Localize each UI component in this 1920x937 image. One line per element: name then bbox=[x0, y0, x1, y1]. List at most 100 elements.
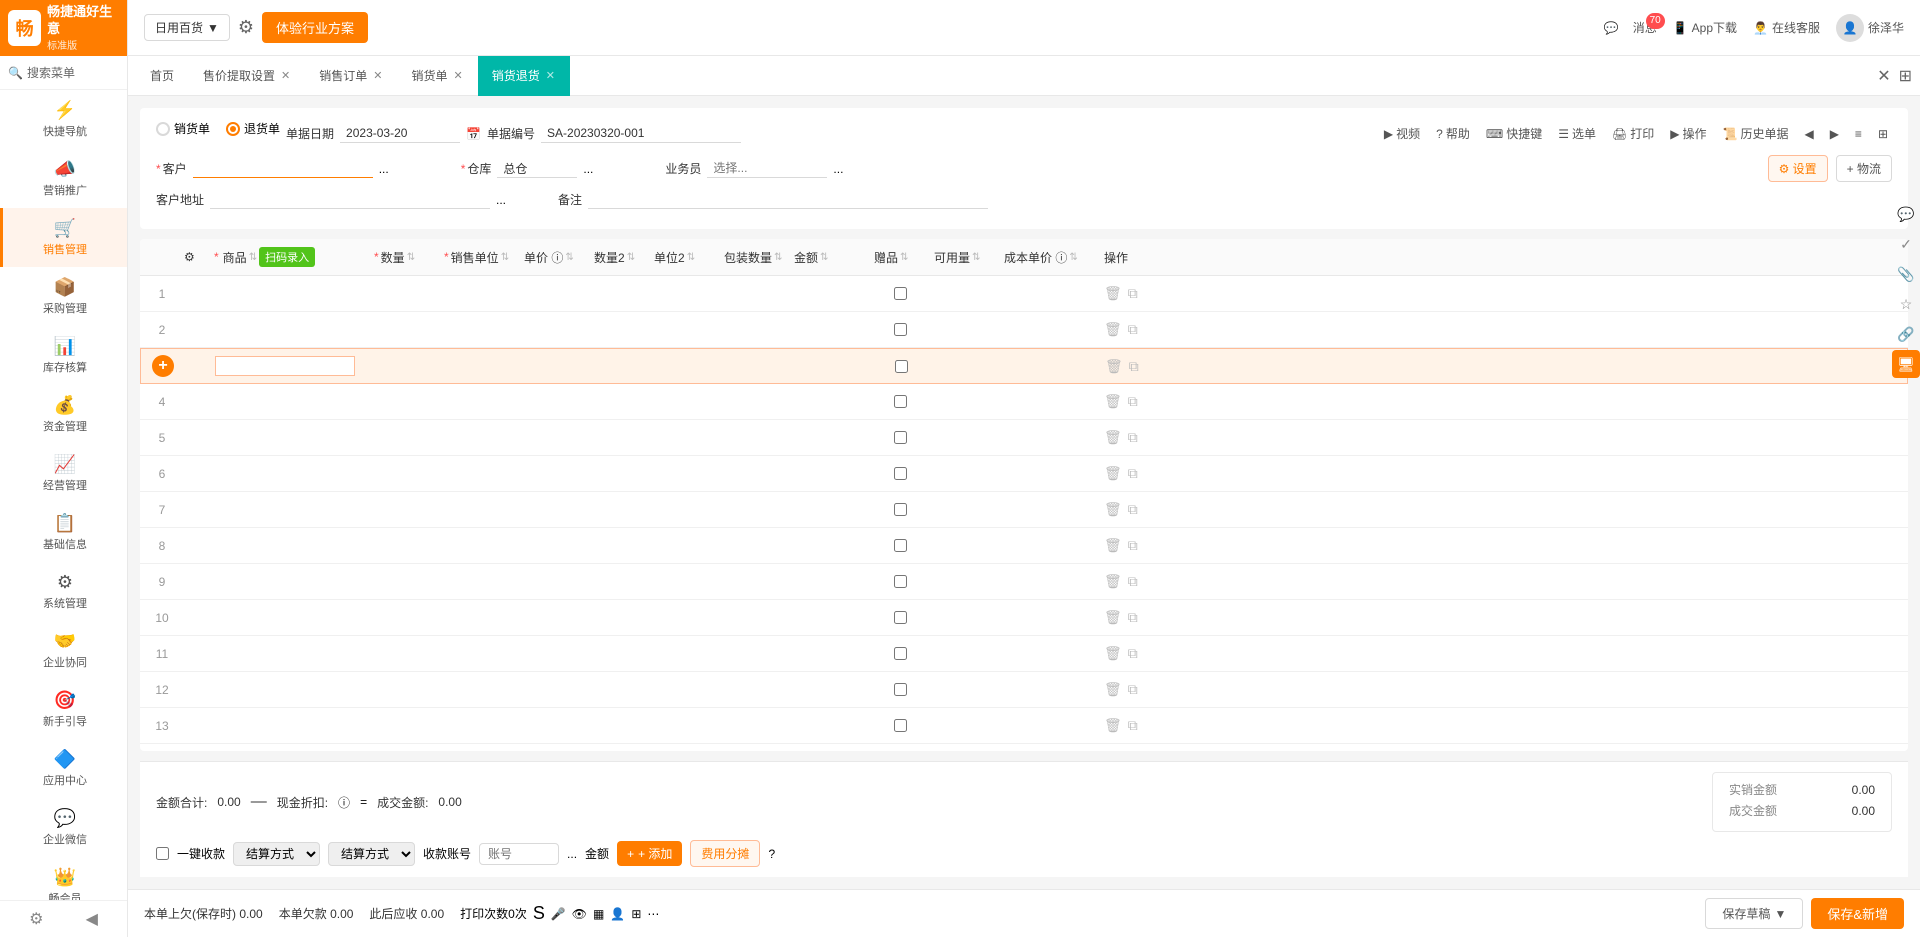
gift-sort-icon[interactable]: ⇅ bbox=[900, 252, 908, 263]
tab-sales-order[interactable]: 销售订单 ✕ bbox=[305, 56, 397, 96]
delete-icon[interactable]: 🗑 bbox=[1104, 537, 1122, 554]
daily-select[interactable]: 日用百货 ▼ bbox=[144, 14, 230, 41]
calendar-icon[interactable]: 📅 bbox=[466, 127, 481, 141]
copy-icon[interactable]: ⧉ bbox=[1128, 465, 1138, 482]
sidebar-item-system[interactable]: ⚙ 系统管理 bbox=[0, 562, 127, 621]
sidebar-item-sales[interactable]: 🛒 销售管理 bbox=[0, 208, 127, 267]
salesperson-more-icon[interactable]: ... bbox=[833, 162, 843, 176]
select-btn[interactable]: ☰ 选单 bbox=[1554, 123, 1600, 144]
delete-icon[interactable]: 🗑 bbox=[1104, 321, 1122, 338]
avail-sort-icon[interactable]: ⇅ bbox=[972, 252, 980, 263]
delete-icon[interactable]: 🗑 bbox=[1104, 285, 1122, 302]
tab-sales-return-close[interactable]: ✕ bbox=[546, 69, 555, 82]
trial-button[interactable]: 体验行业方案 bbox=[262, 12, 368, 43]
price-sort-icon[interactable]: ⇅ bbox=[565, 252, 573, 263]
sidebar-item-purchase[interactable]: 📦 采购管理 bbox=[0, 267, 127, 326]
copy-icon[interactable]: ⧉ bbox=[1128, 285, 1138, 302]
delete-icon[interactable]: 🗑 bbox=[1104, 501, 1122, 518]
settlement-method-select[interactable]: 结算方式 bbox=[233, 842, 320, 866]
sidebar-item-enterprise[interactable]: 🤝 企业协同 bbox=[0, 621, 127, 680]
unit-sort-icon[interactable]: ⇅ bbox=[501, 252, 509, 263]
gift-checkbox[interactable] bbox=[894, 431, 907, 444]
one-click-payment-checkbox[interactable] bbox=[156, 847, 169, 860]
side-tool-star[interactable]: ☆ bbox=[1892, 290, 1920, 318]
warehouse-more-icon[interactable]: ... bbox=[583, 162, 593, 176]
delete-icon[interactable]: 🗑 bbox=[1104, 465, 1122, 482]
delete-icon[interactable]: 🗑 bbox=[1104, 717, 1122, 734]
address-more-icon[interactable]: ... bbox=[496, 193, 506, 207]
serial-input[interactable] bbox=[541, 124, 741, 143]
gift-checkbox[interactable] bbox=[894, 467, 907, 480]
cost-sort-icon[interactable]: ⇅ bbox=[1069, 252, 1077, 263]
copy-icon[interactable]: ⧉ bbox=[1128, 501, 1138, 518]
copy-icon[interactable]: ⧉ bbox=[1128, 609, 1138, 626]
person-icon[interactable]: 👤 bbox=[610, 907, 625, 921]
calculation-method-select[interactable]: 结算方式 bbox=[328, 842, 415, 866]
qty2-sort-icon[interactable]: ⇅ bbox=[627, 252, 635, 263]
copy-icon[interactable]: ⧉ bbox=[1128, 393, 1138, 410]
customer-input[interactable] bbox=[193, 159, 373, 178]
operation-btn[interactable]: ▶ 操作 bbox=[1666, 123, 1710, 144]
tab-price-settings[interactable]: 售价提取设置 ✕ bbox=[189, 56, 305, 96]
sidebar-item-basic[interactable]: 📋 基础信息 bbox=[0, 503, 127, 562]
next-btn[interactable]: ▶ bbox=[1826, 125, 1843, 143]
delete-icon[interactable]: 🗑 bbox=[1105, 358, 1123, 375]
print-btn[interactable]: 🖨 打印 bbox=[1608, 123, 1658, 144]
sidebar-item-appcenter[interactable]: 🔷 应用中心 bbox=[0, 739, 127, 798]
copy-icon[interactable]: ⧉ bbox=[1128, 681, 1138, 698]
delete-icon[interactable]: 🗑 bbox=[1104, 393, 1122, 410]
sidebar-item-finance[interactable]: 💰 资金管理 bbox=[0, 385, 127, 444]
gift-checkbox[interactable] bbox=[894, 575, 907, 588]
save-draft-button[interactable]: 保存草稿 ▼ bbox=[1705, 898, 1803, 929]
gift-checkbox[interactable] bbox=[894, 647, 907, 660]
copy-icon[interactable]: ⧉ bbox=[1128, 645, 1138, 662]
td-product[interactable] bbox=[211, 352, 371, 380]
sidebar-item-quick-nav[interactable]: ⚡ 快捷导航 bbox=[0, 90, 127, 149]
gift-checkbox[interactable] bbox=[894, 503, 907, 516]
gift-checkbox[interactable] bbox=[894, 611, 907, 624]
tab-sales-return[interactable]: 销货退货 ✕ bbox=[478, 56, 570, 96]
account-input[interactable] bbox=[479, 843, 559, 865]
sidebar-collapse-btn[interactable]: ◀ bbox=[86, 909, 98, 929]
add-logistics-button[interactable]: + 物流 bbox=[1836, 155, 1892, 182]
notification-btn[interactable]: 💬 70 消息 bbox=[1604, 19, 1657, 36]
save-new-button[interactable]: 保存&新增 bbox=[1811, 898, 1904, 929]
eye-icon[interactable]: 👁 bbox=[572, 907, 587, 921]
sidebar-item-marketing[interactable]: 📣 营销推广 bbox=[0, 149, 127, 208]
tabbar-grid-icon[interactable]: ⊞ bbox=[1899, 66, 1912, 86]
customer-more-icon[interactable]: ... bbox=[379, 162, 389, 176]
gift-checkbox[interactable] bbox=[894, 683, 907, 696]
online-service-btn[interactable]: 👨‍💼 在线客服 bbox=[1753, 19, 1820, 36]
grid-icon[interactable]: ⊞ bbox=[631, 907, 641, 921]
product-sort-icon[interactable]: ⇅ bbox=[249, 252, 257, 263]
sidebar-item-operations[interactable]: 📈 经营管理 bbox=[0, 444, 127, 503]
search-menu[interactable]: 🔍 搜索菜单 bbox=[0, 56, 127, 90]
copy-icon[interactable]: ⧉ bbox=[1128, 429, 1138, 446]
topbar-settings-icon[interactable]: ⚙ bbox=[238, 17, 254, 38]
help-btn[interactable]: ? 帮助 bbox=[1432, 123, 1474, 144]
more-icon[interactable]: ⋯ bbox=[647, 907, 659, 921]
add-fee-button[interactable]: + + 添加 bbox=[617, 841, 682, 866]
copy-icon[interactable]: ⧉ bbox=[1129, 358, 1139, 375]
question-icon[interactable]: ? bbox=[768, 847, 775, 861]
radio-delivery[interactable]: 销货单 bbox=[156, 120, 210, 137]
amount-sort-icon[interactable]: ⇅ bbox=[820, 252, 828, 263]
gift-checkbox[interactable] bbox=[894, 719, 907, 732]
tab-home[interactable]: 首页 bbox=[136, 56, 189, 96]
address-input[interactable] bbox=[210, 190, 490, 209]
copy-icon[interactable]: ⧉ bbox=[1128, 321, 1138, 338]
date-input[interactable] bbox=[340, 124, 460, 143]
warehouse-input[interactable] bbox=[497, 159, 577, 178]
copy-icon[interactable]: ⧉ bbox=[1128, 537, 1138, 554]
video-btn[interactable]: ▶ 视频 bbox=[1380, 123, 1424, 144]
unit2-sort-icon[interactable]: ⇅ bbox=[687, 252, 695, 263]
delete-icon[interactable]: 🗑 bbox=[1104, 681, 1122, 698]
qty-sort-icon[interactable]: ⇅ bbox=[407, 252, 415, 263]
delete-icon[interactable]: 🗑 bbox=[1104, 609, 1122, 626]
user-menu[interactable]: 👤 徐泽华 bbox=[1836, 14, 1904, 42]
product-input-active[interactable] bbox=[215, 356, 355, 376]
sidebar-settings-btn[interactable]: ⚙ bbox=[29, 909, 43, 929]
salesperson-input[interactable] bbox=[707, 159, 827, 178]
side-tool-todo[interactable]: ✓ bbox=[1892, 230, 1920, 258]
pkg-sort-icon[interactable]: ⇅ bbox=[774, 252, 782, 263]
